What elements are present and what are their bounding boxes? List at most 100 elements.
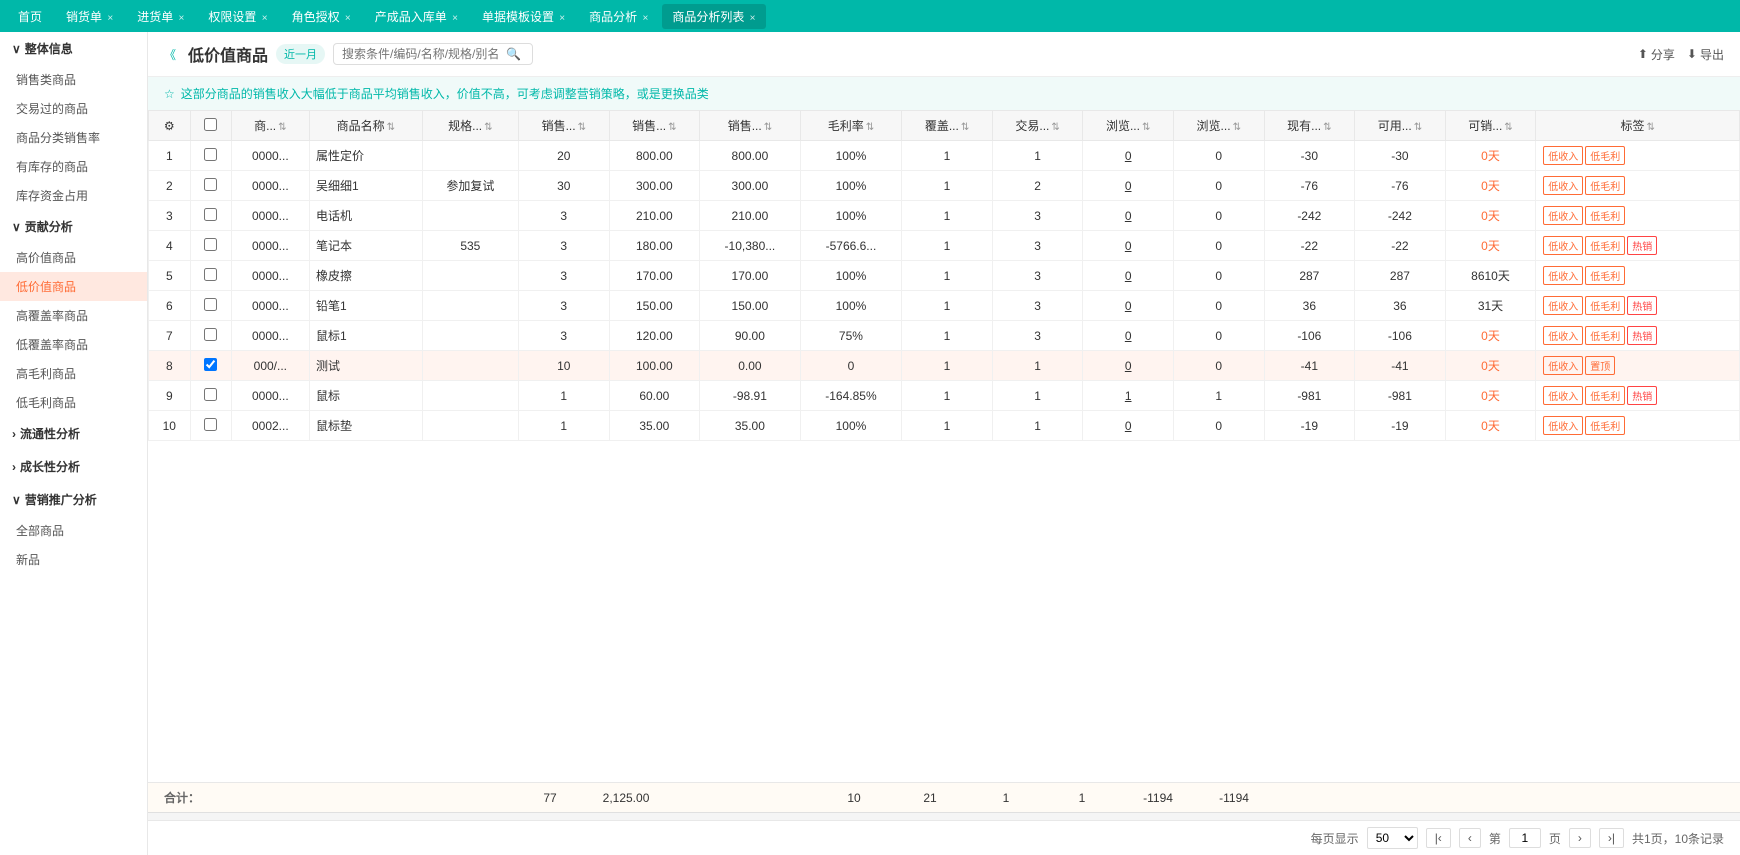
- row-checkbox[interactable]: [204, 388, 217, 401]
- sidebar-item-high-margin[interactable]: 高毛利商品: [0, 359, 147, 388]
- share-button[interactable]: ⬆ 分享: [1638, 46, 1675, 63]
- sidebar-group-overall[interactable]: ∨ 整体信息: [0, 32, 147, 65]
- nav-goods-analysis[interactable]: 商品分析 ×: [579, 4, 658, 29]
- col-sales-amt[interactable]: 销售...⇅: [609, 111, 700, 141]
- col-checkbox[interactable]: [190, 111, 231, 141]
- nav-close-production[interactable]: ×: [452, 13, 458, 24]
- row-checkbox[interactable]: [204, 148, 217, 161]
- row-checkbox[interactable]: [204, 208, 217, 221]
- sidebar-item-low-coverage[interactable]: 低覆盖率商品: [0, 330, 147, 359]
- cell-checkbox[interactable]: [190, 291, 231, 321]
- cell-name[interactable]: 鼠标垫: [310, 411, 423, 441]
- col-uv[interactable]: 浏览...⇅: [1173, 111, 1264, 141]
- nav-goods-list[interactable]: 商品分析列表 ×: [662, 4, 765, 29]
- nav-home[interactable]: 首页: [8, 4, 52, 29]
- nav-close-roles[interactable]: ×: [345, 13, 351, 24]
- first-page-btn[interactable]: |‹: [1426, 828, 1451, 848]
- cell-checkbox[interactable]: [190, 411, 231, 441]
- cell-checkbox[interactable]: [190, 351, 231, 381]
- nav-close-purchase[interactable]: ×: [179, 13, 185, 24]
- date-filter-tag[interactable]: 近一月: [276, 44, 325, 64]
- nav-production[interactable]: 产成品入库单 ×: [365, 4, 468, 29]
- cell-name[interactable]: 鼠标1: [310, 321, 423, 351]
- col-spec[interactable]: 规格...⇅: [422, 111, 518, 141]
- cell-pv[interactable]: 0: [1083, 171, 1174, 201]
- cell-pv[interactable]: 0: [1083, 261, 1174, 291]
- col-available[interactable]: 可用...⇅: [1355, 111, 1446, 141]
- nav-roles[interactable]: 角色授权 ×: [282, 4, 361, 29]
- nav-purchase[interactable]: 进货单 ×: [127, 4, 194, 29]
- cell-checkbox[interactable]: [190, 141, 231, 171]
- cell-name[interactable]: 属性定价: [310, 141, 423, 171]
- sidebar-item-sales-goods[interactable]: 销售类商品: [0, 65, 147, 94]
- cell-name[interactable]: 铅笔1: [310, 291, 423, 321]
- cell-name[interactable]: 笔记本: [310, 231, 423, 261]
- cell-name[interactable]: 吴细细1: [310, 171, 423, 201]
- cell-pv[interactable]: 0: [1083, 411, 1174, 441]
- col-gross[interactable]: 毛利率⇅: [800, 111, 902, 141]
- cell-pv[interactable]: 0: [1083, 201, 1174, 231]
- cell-name[interactable]: 橡皮擦: [310, 261, 423, 291]
- nav-templates[interactable]: 单据模板设置 ×: [472, 4, 575, 29]
- cell-pv[interactable]: 0: [1083, 141, 1174, 171]
- nav-sales[interactable]: 销货单 ×: [56, 4, 123, 29]
- sidebar-group-flow[interactable]: › 流通性分析: [0, 417, 147, 450]
- select-all-checkbox[interactable]: [204, 118, 217, 131]
- sidebar-item-traded-goods[interactable]: 交易过的商品: [0, 94, 147, 123]
- col-sellable[interactable]: 可销...⇅: [1445, 111, 1536, 141]
- sidebar-item-category-sales[interactable]: 商品分类销售率: [0, 123, 147, 152]
- cell-checkbox[interactable]: [190, 381, 231, 411]
- cell-pv[interactable]: 0: [1083, 231, 1174, 261]
- cell-checkbox[interactable]: [190, 261, 231, 291]
- cell-name[interactable]: 鼠标: [310, 381, 423, 411]
- horizontal-scrollbar[interactable]: [148, 812, 1740, 820]
- prev-page-btn[interactable]: ‹: [1459, 828, 1481, 848]
- col-tags[interactable]: 标签⇅: [1536, 111, 1740, 141]
- last-page-btn[interactable]: ›|: [1599, 828, 1624, 848]
- cell-checkbox[interactable]: [190, 201, 231, 231]
- sidebar-group-marketing[interactable]: ∨ 营销推广分析: [0, 483, 147, 516]
- cell-name[interactable]: 测试: [310, 351, 423, 381]
- sidebar-collapse-btn[interactable]: 《: [164, 46, 176, 63]
- sidebar-item-stocked-goods[interactable]: 有库存的商品: [0, 152, 147, 181]
- cell-pv[interactable]: 0: [1083, 321, 1174, 351]
- sidebar-group-growth[interactable]: › 成长性分析: [0, 450, 147, 483]
- cell-name[interactable]: 电话机: [310, 201, 423, 231]
- next-page-btn[interactable]: ›: [1569, 828, 1591, 848]
- col-name[interactable]: 商品名称⇅: [310, 111, 423, 141]
- col-code[interactable]: 商...⇅: [231, 111, 309, 141]
- col-sales-qty[interactable]: 销售...⇅: [518, 111, 609, 141]
- nav-close-goods-analysis[interactable]: ×: [642, 13, 648, 24]
- sidebar-item-all-goods[interactable]: 全部商品: [0, 516, 147, 545]
- sidebar-item-new-goods[interactable]: 新品: [0, 545, 147, 574]
- sidebar-item-high-coverage[interactable]: 高覆盖率商品: [0, 301, 147, 330]
- col-stock[interactable]: 现有...⇅: [1264, 111, 1355, 141]
- nav-close-sales[interactable]: ×: [107, 13, 113, 24]
- search-input[interactable]: [342, 47, 502, 61]
- col-trade[interactable]: 交易...⇅: [992, 111, 1083, 141]
- cell-pv[interactable]: 0: [1083, 351, 1174, 381]
- row-checkbox[interactable]: [204, 418, 217, 431]
- sidebar-item-low-margin[interactable]: 低毛利商品: [0, 388, 147, 417]
- table-area[interactable]: ⚙ 商...⇅ 商品名称⇅ 规格...⇅ 销售...⇅ 销售...⇅ 销售...…: [148, 110, 1740, 782]
- row-checkbox[interactable]: [204, 268, 217, 281]
- sidebar-item-stock-capital[interactable]: 库存资金占用: [0, 181, 147, 210]
- nav-close-permissions[interactable]: ×: [262, 13, 268, 24]
- per-page-select[interactable]: 50 100 200: [1367, 827, 1418, 849]
- nav-permissions[interactable]: 权限设置 ×: [198, 4, 277, 29]
- nav-close-templates[interactable]: ×: [559, 13, 565, 24]
- row-checkbox[interactable]: [204, 178, 217, 191]
- sidebar-group-contribution[interactable]: ∨ 贡献分析: [0, 210, 147, 243]
- col-sales-price[interactable]: 销售...⇅: [700, 111, 801, 141]
- row-checkbox[interactable]: [204, 298, 217, 311]
- row-checkbox[interactable]: [204, 358, 217, 371]
- cell-checkbox[interactable]: [190, 231, 231, 261]
- nav-close-goods-list[interactable]: ×: [750, 13, 756, 24]
- row-checkbox[interactable]: [204, 328, 217, 341]
- col-coverage[interactable]: 覆盖...⇅: [902, 111, 993, 141]
- cell-checkbox[interactable]: [190, 171, 231, 201]
- page-number-input[interactable]: [1509, 828, 1541, 848]
- sidebar-item-low-value[interactable]: 低价值商品: [0, 272, 147, 301]
- export-button[interactable]: ⬇ 导出: [1687, 46, 1724, 63]
- col-settings[interactable]: ⚙: [149, 111, 191, 141]
